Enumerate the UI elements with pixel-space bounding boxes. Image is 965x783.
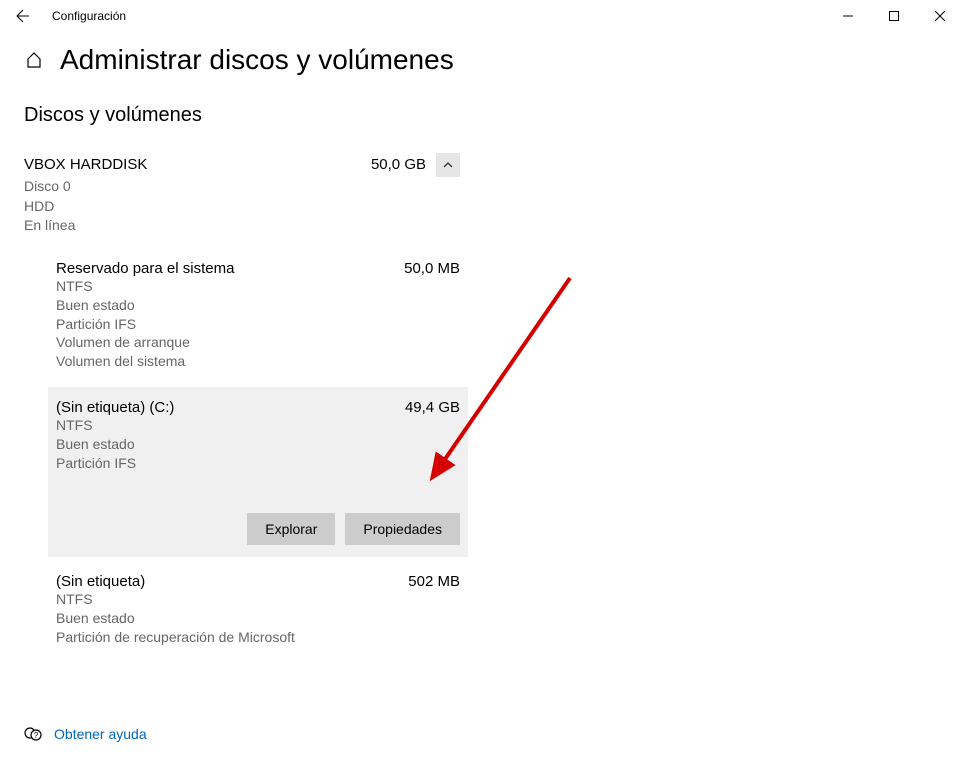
help-icon: ?	[24, 725, 42, 743]
volume-partition: Partición IFS	[56, 315, 400, 334]
section-title: Discos y volúmenes	[24, 104, 941, 127]
volume-fs: NTFS	[56, 590, 400, 609]
disk-type: HDD	[24, 197, 941, 217]
volume-extra: Volumen de arranque	[56, 333, 400, 352]
page-title: Administrar discos y volúmenes	[60, 44, 454, 76]
disk-size: 50,0 GB	[366, 156, 426, 173]
minimize-button[interactable]	[825, 0, 871, 32]
volume-item[interactable]: Reservado para el sistema NTFS Buen esta…	[56, 260, 460, 371]
close-icon	[935, 11, 945, 21]
window-title: Configuración	[52, 9, 126, 23]
disk-status: En línea	[24, 216, 941, 236]
volume-fs: NTFS	[56, 277, 400, 296]
minimize-icon	[843, 11, 853, 21]
volume-size: 50,0 MB	[400, 260, 460, 371]
volume-health: Buen estado	[56, 435, 400, 454]
collapse-button[interactable]	[436, 153, 460, 177]
svg-text:?: ?	[34, 731, 39, 740]
home-button[interactable]	[24, 50, 44, 70]
volume-size: 49,4 GB	[400, 399, 460, 473]
back-button[interactable]	[2, 0, 44, 32]
maximize-icon	[889, 11, 899, 21]
volume-health: Buen estado	[56, 296, 400, 315]
volume-name: (Sin etiqueta)	[56, 573, 400, 590]
volume-partition: Partición de recuperación de Microsoft	[56, 628, 400, 647]
properties-button[interactable]: Propiedades	[345, 513, 460, 545]
volume-health: Buen estado	[56, 609, 400, 628]
volume-item[interactable]: (Sin etiqueta) NTFS Buen estado Partició…	[56, 573, 460, 647]
volume-name: Reservado para el sistema	[56, 260, 400, 277]
volume-extra: Volumen del sistema	[56, 352, 400, 371]
volume-fs: NTFS	[56, 416, 400, 435]
home-icon	[25, 51, 43, 69]
volume-size: 502 MB	[400, 573, 460, 647]
maximize-button[interactable]	[871, 0, 917, 32]
help-link[interactable]: Obtener ayuda	[54, 726, 147, 742]
explore-button[interactable]: Explorar	[247, 513, 335, 545]
close-button[interactable]	[917, 0, 963, 32]
disk-name: VBOX HARDDISK	[24, 156, 366, 173]
volume-name: (Sin etiqueta) (C:)	[56, 399, 400, 416]
disk-item: VBOX HARDDISK 50,0 GB Disco 0 HDD En lín…	[24, 151, 941, 236]
chevron-up-icon	[442, 159, 454, 171]
arrow-left-icon	[15, 8, 31, 24]
disk-label: Disco 0	[24, 177, 941, 197]
volume-partition: Partición IFS	[56, 454, 400, 473]
volume-item-selected[interactable]: (Sin etiqueta) (C:) NTFS Buen estado Par…	[48, 387, 468, 557]
